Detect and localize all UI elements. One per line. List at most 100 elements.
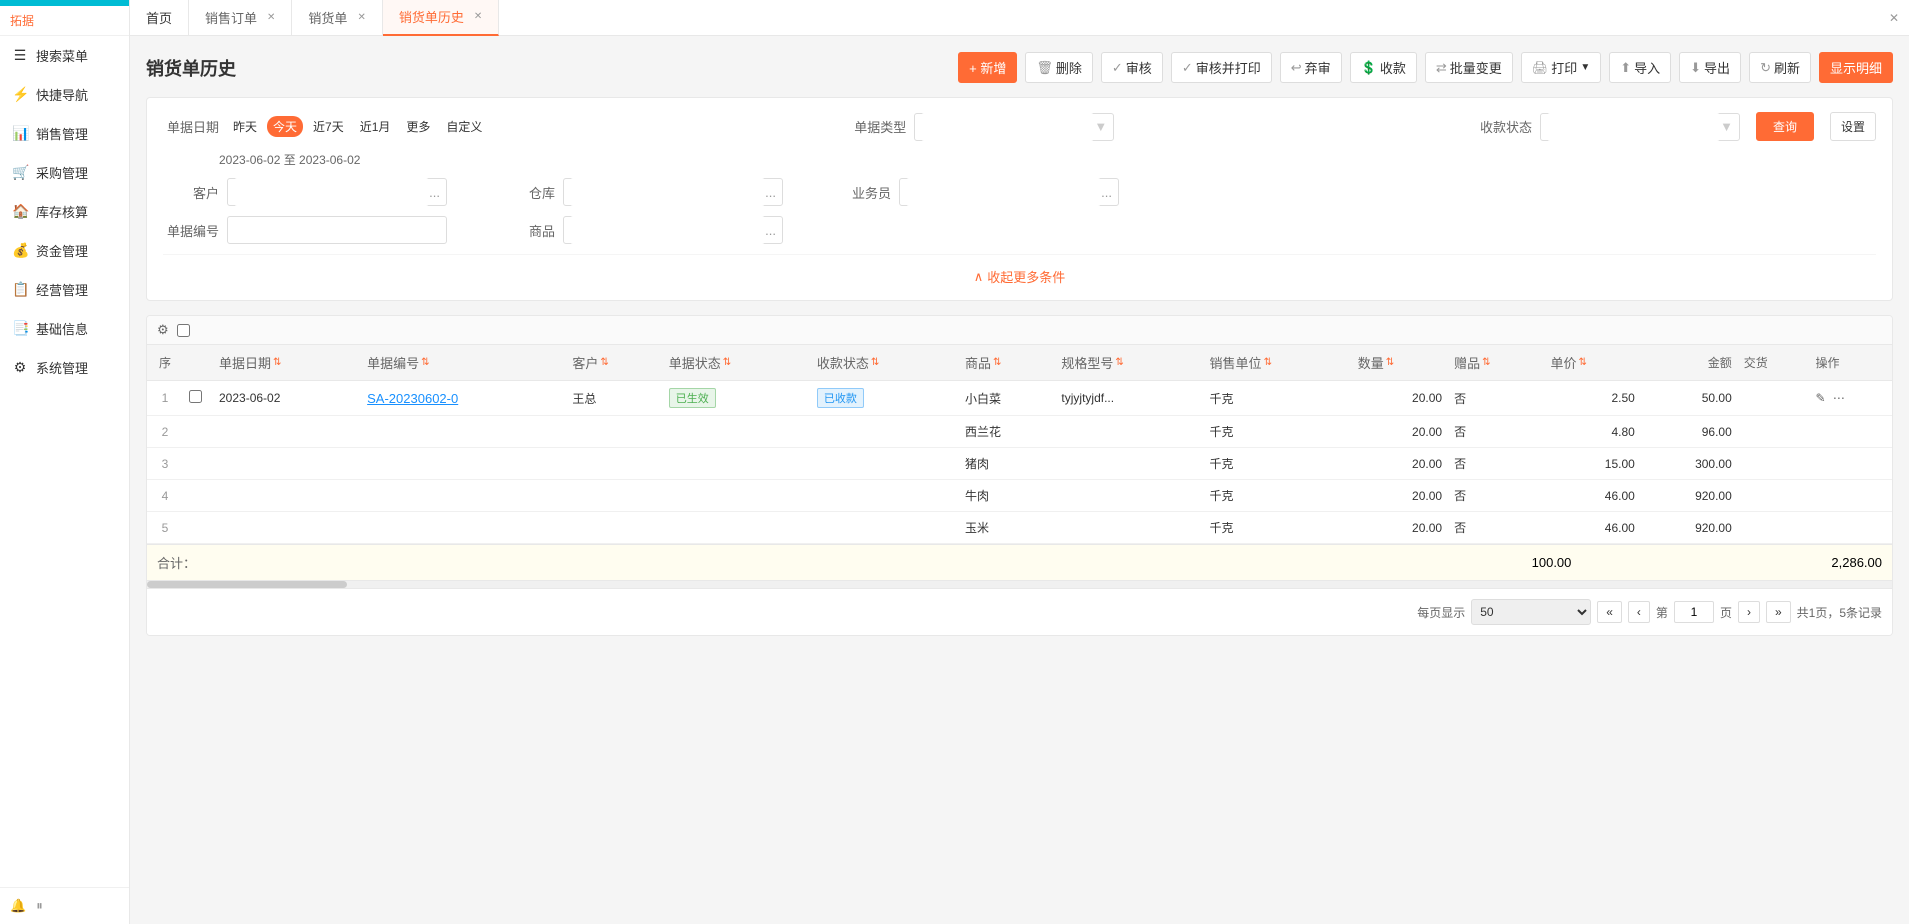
sort-unit[interactable]: 销售单位: [1210, 353, 1346, 372]
sidebar-item-operations[interactable]: 📋 经营管理: [0, 270, 129, 309]
sort-spec[interactable]: 规格型号: [1061, 353, 1197, 372]
sidebar-item-inventory[interactable]: 🏠 库存核算: [0, 192, 129, 231]
sidebar: 拓据 ☰ 搜索菜单 ⚡ 快捷导航 📊 销售管理 🛒 采购管理 🏠 库存核算 💰 …: [0, 0, 130, 924]
sidebar-item-quick-nav[interactable]: ⚡ 快捷导航: [0, 75, 129, 114]
customer-dots[interactable]: ...: [429, 185, 440, 200]
table-settings-icon[interactable]: ⚙: [157, 322, 169, 338]
page-number-input[interactable]: [1674, 601, 1714, 623]
th-doc-status[interactable]: 单据状态: [663, 345, 811, 381]
date-tag-custom[interactable]: 自定义: [440, 116, 488, 137]
sidebar-bottom-icon1[interactable]: 🔔: [10, 898, 26, 914]
th-gift[interactable]: 赠品: [1448, 345, 1544, 381]
th-spec[interactable]: 规格型号: [1055, 345, 1203, 381]
warehouse-input[interactable]: [570, 178, 765, 206]
sort-doc-no[interactable]: 单据编号: [367, 353, 560, 372]
date-tag-1month[interactable]: 近1月: [354, 116, 397, 137]
payment-status-select-wrapper[interactable]: ▼: [1540, 113, 1740, 141]
doc-type-input[interactable]: [921, 113, 1094, 141]
doc-type-select-wrapper[interactable]: ▼: [914, 113, 1114, 141]
scroll-thumb[interactable]: [147, 581, 347, 588]
salesperson-input[interactable]: [906, 178, 1101, 206]
delete-button[interactable]: 🗑 删除: [1025, 52, 1093, 83]
tab-sales-shipment[interactable]: 销货单 ✕: [292, 0, 382, 36]
print-button[interactable]: 🖨 打印 ▼: [1521, 52, 1601, 83]
sort-customer[interactable]: 客户: [572, 353, 656, 372]
customer-input[interactable]: [234, 178, 429, 206]
tabs-close-all[interactable]: ✕: [1889, 11, 1909, 25]
th-goods[interactable]: 商品: [959, 345, 1055, 381]
th-qty[interactable]: 数量: [1352, 345, 1448, 381]
sort-goods[interactable]: 商品: [965, 353, 1049, 372]
scroll-bar[interactable]: [147, 580, 1892, 588]
filter-collapse-btn[interactable]: ∧ 收起更多条件: [974, 267, 1066, 286]
tab-home[interactable]: 首页: [130, 0, 189, 36]
next-page-btn[interactable]: ›: [1738, 601, 1760, 623]
th-price[interactable]: 单价: [1544, 345, 1640, 381]
abandon-button[interactable]: ↩ 弃审: [1280, 52, 1342, 83]
customer-input-wrapper[interactable]: ...: [227, 178, 447, 206]
date-tag-yesterday[interactable]: 昨天: [227, 116, 263, 137]
warehouse-dots[interactable]: ...: [765, 185, 776, 200]
sidebar-bottom-icon2[interactable]: ⏸: [36, 898, 43, 914]
import-button[interactable]: ⬆ 导入: [1609, 52, 1671, 83]
settings-button[interactable]: 设置: [1830, 112, 1876, 141]
doc-no-input[interactable]: [227, 216, 447, 244]
prev-page-btn[interactable]: ‹: [1628, 601, 1650, 623]
goods-input[interactable]: [570, 216, 765, 244]
batch-change-button[interactable]: ⇄ 批量变更: [1425, 52, 1513, 83]
warehouse-input-wrapper[interactable]: ...: [563, 178, 783, 206]
sort-payment-status[interactable]: 收款状态: [817, 353, 953, 372]
cell-unit: 千克: [1204, 480, 1352, 512]
tab-sales-history[interactable]: 销货单历史 ✕: [383, 0, 499, 36]
goods-dots[interactable]: ...: [765, 223, 776, 238]
salesperson-input-wrapper[interactable]: ...: [899, 178, 1119, 206]
row-checkbox[interactable]: [189, 390, 202, 403]
sidebar-item-search-menu[interactable]: ☰ 搜索菜单: [0, 36, 129, 75]
more-btn[interactable]: ⋯: [1833, 391, 1845, 405]
audit-button[interactable]: ✓ 审核: [1101, 52, 1163, 83]
sort-price[interactable]: 单价: [1550, 353, 1634, 372]
goods-input-wrapper[interactable]: ...: [563, 216, 783, 244]
date-tag-more[interactable]: 更多: [400, 116, 436, 137]
sort-qty[interactable]: 数量: [1358, 353, 1442, 372]
th-customer[interactable]: 客户: [566, 345, 662, 381]
add-button[interactable]: + 新增: [958, 52, 1017, 83]
sidebar-item-label: 基础信息: [36, 319, 88, 338]
payment-status-input[interactable]: [1547, 113, 1720, 141]
last-page-btn[interactable]: »: [1766, 601, 1791, 623]
sidebar-item-sales[interactable]: 📊 销售管理: [0, 114, 129, 153]
sidebar-item-finance[interactable]: 💰 资金管理: [0, 231, 129, 270]
refresh-button[interactable]: ↻ 刷新: [1749, 52, 1811, 83]
tab-sales-order[interactable]: 销售订单 ✕: [189, 0, 292, 36]
tab-sales-shipment-close[interactable]: ✕: [357, 12, 365, 23]
first-page-btn[interactable]: «: [1597, 601, 1622, 623]
export-button[interactable]: ⬇ 导出: [1679, 52, 1741, 83]
show-detail-button[interactable]: 显示明细: [1819, 52, 1893, 83]
per-page-select[interactable]: 50 10 20 100: [1471, 599, 1591, 625]
sidebar-item-system[interactable]: ⚙ 系统管理: [0, 348, 129, 387]
query-button[interactable]: 查询: [1756, 112, 1814, 141]
th-payment-status[interactable]: 收款状态: [811, 345, 959, 381]
tab-sales-order-close[interactable]: ✕: [267, 12, 275, 23]
th-unit[interactable]: 销售单位: [1204, 345, 1352, 381]
audit-print-button[interactable]: ✓ 审核并打印: [1171, 52, 1272, 83]
cell-action: ✎ ⋯: [1809, 381, 1892, 416]
collect-icon: 💲: [1361, 60, 1377, 76]
sort-doc-date[interactable]: 单据日期: [219, 353, 355, 372]
collect-button[interactable]: 💲 收款: [1350, 52, 1417, 83]
th-doc-date[interactable]: 单据日期: [213, 345, 361, 381]
date-tag-7days[interactable]: 近7天: [307, 116, 350, 137]
tab-sales-history-close[interactable]: ✕: [474, 11, 482, 22]
th-doc-no[interactable]: 单据编号: [361, 345, 566, 381]
salesperson-dots[interactable]: ...: [1101, 185, 1112, 200]
edit-btn[interactable]: ✎: [1815, 391, 1825, 405]
sidebar-item-basic-info[interactable]: 📑 基础信息: [0, 309, 129, 348]
sort-gift[interactable]: 赠品: [1454, 353, 1538, 372]
date-tag-today[interactable]: 今天: [267, 116, 303, 137]
cell-delivery: [1738, 512, 1810, 544]
abandon-icon: ↩: [1291, 60, 1302, 76]
sidebar-item-purchase[interactable]: 🛒 采购管理: [0, 153, 129, 192]
cell-doc-no[interactable]: SA-20230602-0: [361, 381, 566, 416]
sort-doc-status[interactable]: 单据状态: [669, 353, 805, 372]
select-all-checkbox[interactable]: [177, 324, 190, 337]
